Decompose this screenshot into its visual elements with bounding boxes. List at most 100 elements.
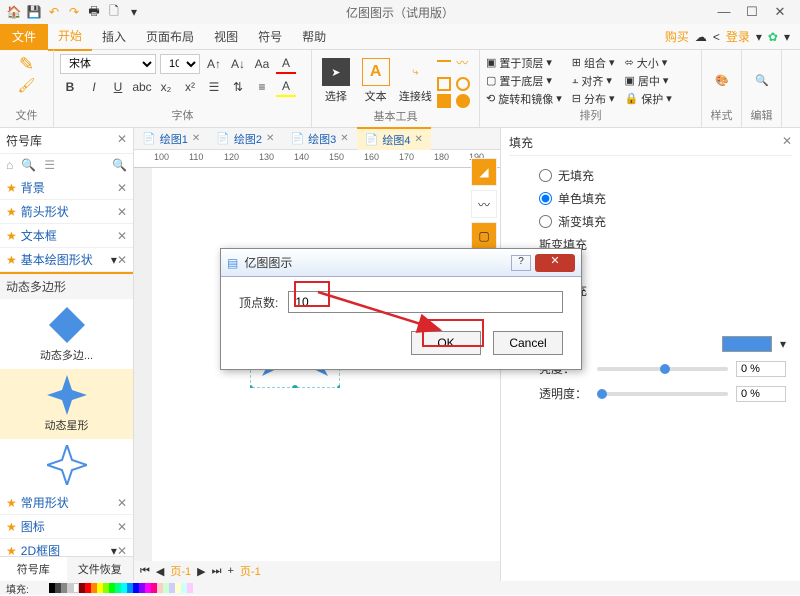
lib-arrows[interactable]: 箭头形状 bbox=[21, 203, 117, 220]
find-button[interactable]: 🔍 bbox=[748, 67, 776, 95]
group[interactable]: ⊞ 组合 ▾ bbox=[572, 55, 615, 71]
color-selector[interactable] bbox=[722, 336, 772, 352]
login-link[interactable]: 登录 bbox=[726, 28, 750, 45]
file-menu[interactable]: 文件 bbox=[0, 23, 48, 50]
radio-gradient-fill[interactable] bbox=[539, 215, 552, 228]
protect[interactable]: 🔒 保护 ▾ bbox=[625, 91, 672, 107]
page-1-left[interactable]: 页-1 bbox=[170, 563, 191, 579]
close-button[interactable]: ✕ bbox=[772, 4, 788, 20]
line-tool-icon[interactable]: 〰 bbox=[471, 190, 497, 218]
strike-icon[interactable]: abc bbox=[132, 77, 152, 97]
lib-close-icon[interactable]: ✕ bbox=[117, 520, 127, 534]
lib-close-icon[interactable]: ✕ bbox=[117, 181, 127, 195]
fill-tool-icon[interactable]: ◢ bbox=[471, 158, 497, 186]
align-icon[interactable]: ≡ bbox=[252, 77, 272, 97]
opacity-slider[interactable] bbox=[597, 392, 728, 396]
format-painter-icon[interactable]: ✎ bbox=[19, 54, 34, 75]
shape-star-outline-tile[interactable] bbox=[0, 439, 133, 491]
font-color-icon[interactable]: A bbox=[276, 54, 296, 74]
tab-close-icon[interactable]: ✕ bbox=[266, 133, 274, 144]
page-nav-next-icon[interactable]: ▶ bbox=[197, 565, 205, 578]
lib-home-icon[interactable]: ⌂ bbox=[6, 158, 13, 172]
subscript-icon[interactable]: x₂ bbox=[156, 77, 176, 97]
underline-icon[interactable]: U bbox=[108, 77, 128, 97]
shape-rect-fill-icon[interactable] bbox=[437, 94, 451, 108]
qat-export-icon[interactable]: 🗋 bbox=[106, 4, 122, 20]
lib-basic-shapes[interactable]: 基本绘图形状 bbox=[21, 251, 111, 268]
rotate-mirror[interactable]: ⟲ 旋转和镜像 ▾ bbox=[486, 91, 562, 107]
menu-start[interactable]: 开始 bbox=[48, 22, 92, 51]
select-tool[interactable]: ➤ 选择 bbox=[318, 58, 354, 104]
send-back[interactable]: ▢ 置于底层 ▾ bbox=[486, 73, 562, 89]
cloud-icon[interactable]: ☁ bbox=[695, 30, 707, 44]
qat-more-icon[interactable]: ▾ bbox=[126, 4, 142, 20]
qat-home-icon[interactable]: 🏠 bbox=[6, 4, 22, 20]
page-nav-prev-icon[interactable]: ◀ bbox=[156, 565, 164, 578]
apps-icon[interactable]: ✿ bbox=[768, 30, 778, 44]
lib-icons[interactable]: 图标 bbox=[21, 518, 117, 535]
bullet-icon[interactable]: ☰ bbox=[204, 77, 224, 97]
style-button[interactable]: 🎨 bbox=[708, 67, 736, 95]
color-strip[interactable] bbox=[49, 583, 193, 593]
qat-save-icon[interactable]: 💾 bbox=[26, 4, 42, 20]
lib-common-shapes[interactable]: 常用形状 bbox=[21, 494, 117, 511]
tab-close-icon[interactable]: ✕ bbox=[192, 133, 200, 144]
shape-curve-icon[interactable]: 〰 bbox=[456, 54, 470, 68]
minimize-button[interactable]: — bbox=[716, 4, 732, 20]
page-nav-first-icon[interactable]: ⏮ bbox=[140, 565, 150, 578]
lib-search-icon[interactable]: 🔍 bbox=[21, 158, 36, 172]
radio-solid-fill[interactable] bbox=[539, 192, 552, 205]
tab-file-recovery[interactable]: 文件恢复 bbox=[67, 557, 134, 581]
shape-ellipse-icon[interactable] bbox=[456, 77, 470, 91]
menu-page-layout[interactable]: 页面布局 bbox=[136, 23, 204, 50]
tab-close-icon[interactable]: ✕ bbox=[414, 134, 422, 145]
doc-tab-3[interactable]: 📄 绘图3 ✕ bbox=[282, 128, 356, 150]
highlight-icon[interactable]: A bbox=[276, 77, 296, 97]
bring-front[interactable]: ▣ 置于顶层 ▾ bbox=[486, 55, 562, 71]
dialog-help-icon[interactable]: ? bbox=[511, 255, 531, 271]
radio-no-fill[interactable] bbox=[539, 169, 552, 182]
doc-tab-4[interactable]: 📄 绘图4 ✕ bbox=[357, 127, 431, 151]
page-nav-last-icon[interactable]: ⏭ bbox=[212, 565, 222, 578]
qat-redo-icon[interactable]: ↷ bbox=[66, 4, 82, 20]
qat-undo-icon[interactable]: ↶ bbox=[46, 4, 62, 20]
lib-close-icon[interactable]: ✕ bbox=[117, 205, 127, 219]
page-1-right[interactable]: 页-1 bbox=[240, 563, 261, 579]
align[interactable]: ⫠ 对齐 ▾ bbox=[572, 73, 615, 89]
ok-button[interactable]: OK bbox=[411, 331, 481, 355]
shadow-tool-icon[interactable]: ▢ bbox=[471, 222, 497, 250]
lib-textbox[interactable]: 文本框 bbox=[21, 227, 117, 244]
tab-symbol-lib[interactable]: 符号库 bbox=[0, 557, 67, 581]
doc-tab-1[interactable]: 📄 绘图1 ✕ bbox=[134, 128, 208, 150]
qat-print-icon[interactable]: 🖶 bbox=[86, 4, 102, 20]
panel-close-icon[interactable]: ✕ bbox=[782, 134, 792, 151]
text-caps-icon[interactable]: Aa bbox=[252, 54, 272, 74]
spacing-icon[interactable]: ⇅ bbox=[228, 77, 248, 97]
doc-tab-2[interactable]: 📄 绘图2 ✕ bbox=[208, 128, 282, 150]
shape-star-tile[interactable]: 动态星形 bbox=[0, 369, 133, 439]
share-icon[interactable]: < bbox=[713, 30, 720, 44]
add-page-button[interactable]: + bbox=[228, 565, 234, 577]
italic-icon[interactable]: I bbox=[84, 77, 104, 97]
login-dropdown-icon[interactable]: ▾ bbox=[756, 30, 762, 44]
shape-line-icon[interactable] bbox=[437, 60, 451, 74]
font-size-select[interactable]: 10 bbox=[160, 54, 200, 74]
font-name-select[interactable]: 宋体 bbox=[60, 54, 156, 74]
menu-view[interactable]: 视图 bbox=[204, 23, 248, 50]
shape-rect-icon[interactable] bbox=[437, 77, 451, 91]
increase-font-icon[interactable]: A↑ bbox=[204, 54, 224, 74]
lib-menu-icon[interactable]: ☰ bbox=[44, 158, 55, 172]
lib-close-icon[interactable]: ✕ bbox=[117, 496, 127, 510]
panel-close-icon[interactable]: ✕ bbox=[117, 132, 127, 149]
bold-icon[interactable]: B bbox=[60, 77, 80, 97]
cancel-button[interactable]: Cancel bbox=[493, 331, 563, 355]
brightness-value[interactable] bbox=[736, 361, 786, 377]
dialog-titlebar[interactable]: ▤ 亿图图示 ? ✕ bbox=[221, 249, 581, 277]
distribute[interactable]: ⊟ 分布 ▾ bbox=[572, 91, 615, 107]
lib-background[interactable]: 背景 bbox=[21, 179, 117, 196]
shape-circle-fill-icon[interactable] bbox=[456, 94, 470, 108]
lib-close-icon[interactable]: ✕ bbox=[117, 229, 127, 243]
superscript-icon[interactable]: x² bbox=[180, 77, 200, 97]
tab-close-icon[interactable]: ✕ bbox=[340, 133, 348, 144]
opacity-value[interactable] bbox=[736, 386, 786, 402]
